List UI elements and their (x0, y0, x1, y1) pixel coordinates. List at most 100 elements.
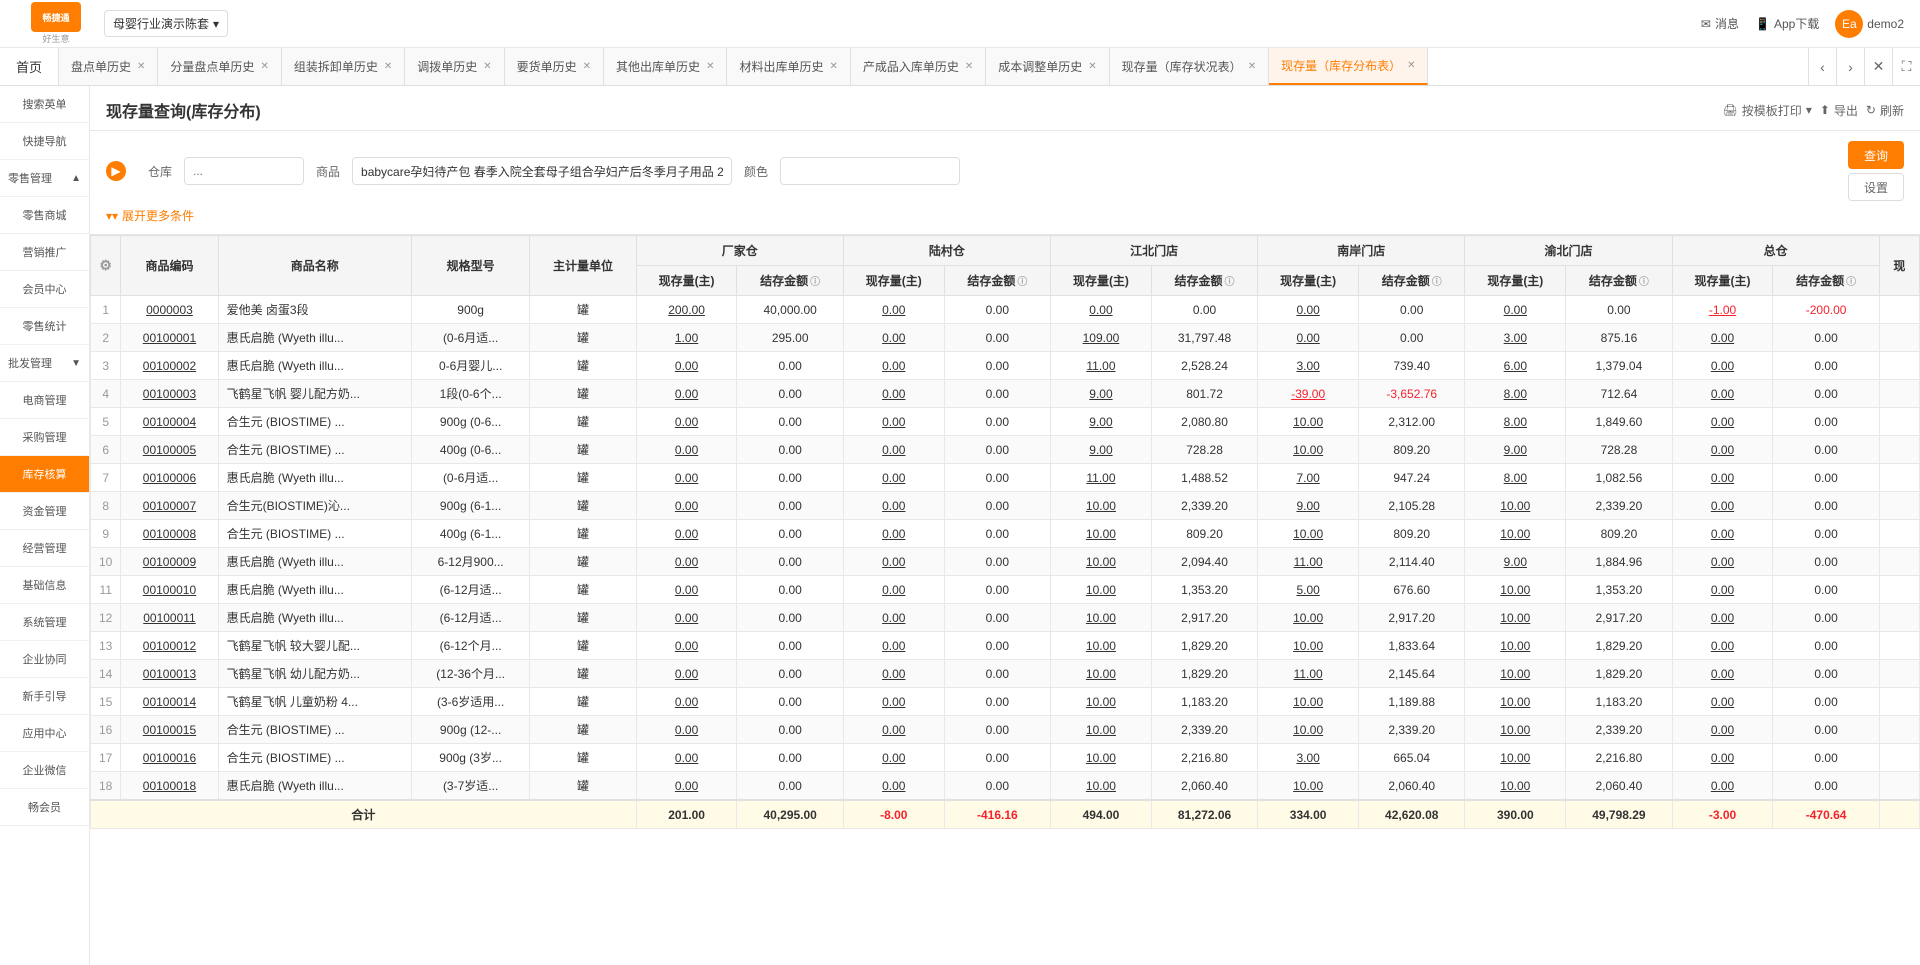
tab-close-icon[interactable]: ✕ (706, 61, 714, 72)
jiangbei-qty[interactable]: 10.00 (1051, 492, 1152, 520)
jiangbei-qty[interactable]: 11.00 (1051, 464, 1152, 492)
yubei-qty[interactable]: 10.00 (1465, 632, 1566, 660)
jiangbei-qty[interactable]: 10.00 (1051, 604, 1152, 632)
tab-xiancunliang-status[interactable]: 现存量（库存状况表） ✕ (1110, 48, 1269, 85)
jiangbei-qty[interactable]: 9.00 (1051, 436, 1152, 464)
sidebar-item-search[interactable]: 搜索英单 (0, 86, 89, 123)
yubei-qty[interactable]: 3.00 (1465, 324, 1566, 352)
lucun-qty[interactable]: 0.00 (843, 660, 944, 688)
tab-maximize-button[interactable]: ⛶ (1892, 48, 1920, 86)
sidebar-item-system[interactable]: 系统管理 (0, 604, 89, 641)
nanan-qty[interactable]: 5.00 (1258, 576, 1359, 604)
total-qty[interactable]: 0.00 (1672, 576, 1773, 604)
nanan-qty[interactable]: 0.00 (1258, 296, 1359, 324)
nanan-qty[interactable]: 10.00 (1258, 688, 1359, 716)
tab-chanchengrudb[interactable]: 产成品入库单历史 ✕ (851, 48, 986, 85)
jiangbei-qty[interactable]: 109.00 (1051, 324, 1152, 352)
product-code[interactable]: 00100015 (121, 716, 218, 744)
lucun-qty[interactable]: 0.00 (843, 688, 944, 716)
lucun-qty[interactable]: 0.00 (843, 604, 944, 632)
nanan-qty[interactable]: 7.00 (1258, 464, 1359, 492)
yubei-qty[interactable]: 9.00 (1465, 548, 1566, 576)
jiangbei-qty[interactable]: 10.00 (1051, 688, 1152, 716)
product-code[interactable]: 00100004 (121, 408, 218, 436)
jiangbei-qty[interactable]: 10.00 (1051, 520, 1152, 548)
lucun-qty[interactable]: 0.00 (843, 520, 944, 548)
yubei-qty[interactable]: 8.00 (1465, 380, 1566, 408)
nanan-qty[interactable]: 10.00 (1258, 520, 1359, 548)
sidebar-item-member[interactable]: 会员中心 (0, 271, 89, 308)
factory-qty[interactable]: 0.00 (636, 436, 737, 464)
tab-close-icon[interactable]: ✕ (384, 61, 392, 72)
sidebar-item-finance[interactable]: 资金管理 (0, 493, 89, 530)
total-qty[interactable]: 0.00 (1672, 352, 1773, 380)
lucun-qty[interactable]: 0.00 (843, 464, 944, 492)
factory-qty[interactable]: 0.00 (636, 772, 737, 801)
sidebar-item-wholesale[interactable]: 批发管理 ▼ (0, 345, 89, 382)
expand-conditions-button[interactable]: ▾▾ 展开更多条件 (106, 207, 1904, 224)
jiangbei-qty[interactable]: 9.00 (1051, 380, 1152, 408)
jiangbei-qty[interactable]: 10.00 (1051, 632, 1152, 660)
warehouse-input[interactable] (184, 157, 304, 185)
info-icon[interactable]: ⓘ (1017, 277, 1027, 288)
sidebar-item-basic-info[interactable]: 基础信息 (0, 567, 89, 604)
sidebar-item-wechat[interactable]: 企业微信 (0, 752, 89, 789)
product-code[interactable]: 00100010 (121, 576, 218, 604)
factory-qty[interactable]: 0.00 (636, 716, 737, 744)
nanan-qty[interactable]: 10.00 (1258, 408, 1359, 436)
tab-close-icon[interactable]: ✕ (137, 61, 145, 72)
tab-close-icon[interactable]: ✕ (583, 61, 591, 72)
info-icon[interactable]: ⓘ (1432, 277, 1442, 288)
factory-qty[interactable]: 0.00 (636, 380, 737, 408)
factory-qty[interactable]: 200.00 (636, 296, 737, 324)
yubei-qty[interactable]: 10.00 (1465, 604, 1566, 632)
total-qty[interactable]: 0.00 (1672, 688, 1773, 716)
refresh-button[interactable]: ↻ 刷新 (1866, 102, 1904, 119)
total-qty[interactable]: 0.00 (1672, 520, 1773, 548)
user-profile[interactable]: Ea demo2 (1835, 10, 1904, 38)
gear-icon[interactable]: ⚙ (99, 257, 112, 273)
nanan-qty[interactable]: 9.00 (1258, 492, 1359, 520)
product-code[interactable]: 00100001 (121, 324, 218, 352)
color-input[interactable] (780, 157, 960, 185)
factory-qty[interactable]: 0.00 (636, 548, 737, 576)
message-button[interactable]: ✉ 消息 (1701, 15, 1739, 32)
sidebar-item-retail-stats[interactable]: 零售统计 (0, 308, 89, 345)
total-qty[interactable]: 0.00 (1672, 436, 1773, 464)
factory-qty[interactable]: 0.00 (636, 352, 737, 380)
total-qty[interactable]: 0.00 (1672, 660, 1773, 688)
lucun-qty[interactable]: 0.00 (843, 576, 944, 604)
sidebar-item-guide[interactable]: 新手引导 (0, 678, 89, 715)
factory-qty[interactable]: 0.00 (636, 492, 737, 520)
lucun-qty[interactable]: 0.00 (843, 492, 944, 520)
sidebar-item-purchase[interactable]: 采购管理 (0, 419, 89, 456)
nanan-qty[interactable]: 10.00 (1258, 604, 1359, 632)
app-download-button[interactable]: 📱 App下载 (1755, 15, 1819, 32)
factory-qty[interactable]: 0.00 (636, 576, 737, 604)
tab-yaohuo[interactable]: 要货单历史 ✕ (505, 48, 604, 85)
tab-qitachuku[interactable]: 其他出库单历史 ✕ (604, 48, 727, 85)
yubei-qty[interactable]: 10.00 (1465, 492, 1566, 520)
tab-chenbenT[interactable]: 成本调整单历史 ✕ (986, 48, 1109, 85)
total-qty[interactable]: 0.00 (1672, 744, 1773, 772)
nanan-qty[interactable]: 10.00 (1258, 436, 1359, 464)
jiangbei-qty[interactable]: 10.00 (1051, 548, 1152, 576)
factory-qty[interactable]: 0.00 (636, 744, 737, 772)
total-qty[interactable]: 0.00 (1672, 324, 1773, 352)
nanan-qty[interactable]: 10.00 (1258, 716, 1359, 744)
tab-prev-button[interactable]: ‹ (1808, 48, 1836, 86)
factory-qty[interactable]: 0.00 (636, 464, 737, 492)
sidebar-item-quicknav[interactable]: 快捷导航 (0, 123, 89, 160)
sidebar-item-operations[interactable]: 经营管理 (0, 530, 89, 567)
export-button[interactable]: ⬆ 导出 (1820, 102, 1858, 119)
yubei-qty[interactable]: 10.00 (1465, 660, 1566, 688)
tab-zuzhuang[interactable]: 组装拆卸单历史 ✕ (282, 48, 405, 85)
product-code[interactable]: 00100005 (121, 436, 218, 464)
jiangbei-qty[interactable]: 10.00 (1051, 744, 1152, 772)
tab-fenpandianlishi[interactable]: 分量盘点单历史 ✕ (158, 48, 281, 85)
sidebar-item-marketing[interactable]: 营销推广 (0, 234, 89, 271)
total-qty[interactable]: -1.00 (1672, 296, 1773, 324)
nanan-qty[interactable]: 10.00 (1258, 772, 1359, 801)
nanan-qty[interactable]: 0.00 (1258, 324, 1359, 352)
jiangbei-qty[interactable]: 10.00 (1051, 716, 1152, 744)
